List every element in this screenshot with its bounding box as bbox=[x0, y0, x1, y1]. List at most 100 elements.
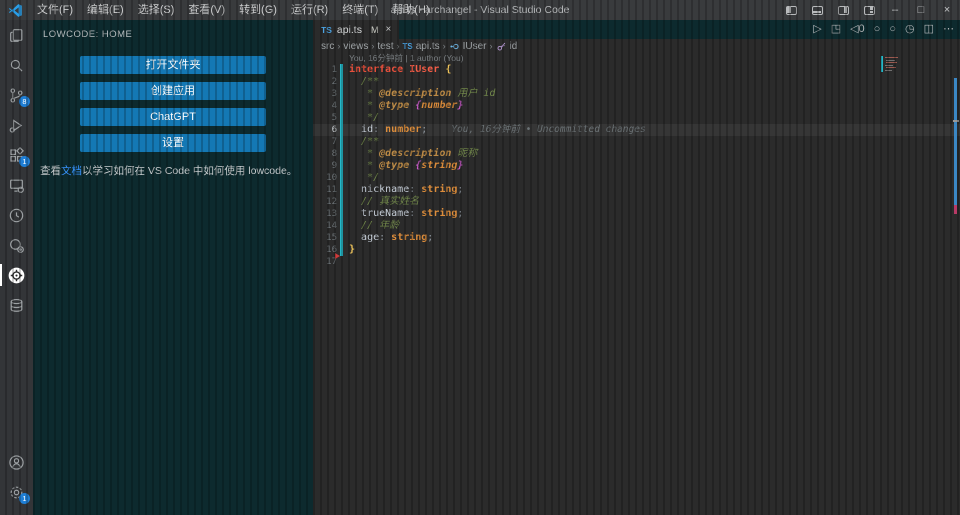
run-icon[interactable]: ▷ bbox=[813, 20, 821, 39]
activity-item-source-control[interactable]: 8 bbox=[0, 80, 33, 110]
code-line-11[interactable]: 11 nickname: string; bbox=[313, 184, 960, 196]
tab-api-ts[interactable]: TS api.ts M × bbox=[313, 20, 400, 39]
layout-sidebar-left-icon bbox=[785, 5, 797, 15]
toggle-sidebar-button[interactable] bbox=[778, 0, 804, 20]
activity-bar-top: 81 bbox=[0, 20, 33, 320]
docs-link[interactable]: 文档 bbox=[61, 165, 82, 177]
activity-item-account[interactable] bbox=[0, 447, 33, 477]
toggle-secondary-sidebar-button[interactable] bbox=[830, 0, 856, 20]
menu-终端T[interactable]: 终端(T) bbox=[335, 0, 385, 20]
minimize-button[interactable]: – bbox=[882, 0, 908, 20]
sidebar-hint-text: 查看文档以学习如何在 VS Code 中如何使用 lowcode。 bbox=[40, 164, 305, 178]
code-line-3[interactable]: 3 * @description 用户 id bbox=[313, 88, 960, 100]
code-line-17[interactable]: 17 bbox=[313, 256, 960, 268]
git-change-bar bbox=[340, 196, 343, 208]
code-line-4[interactable]: 4 * @type {number} bbox=[313, 100, 960, 112]
more-actions-icon[interactable]: ⋯ bbox=[943, 20, 954, 39]
code-line-10[interactable]: 10 */ bbox=[313, 172, 960, 184]
settings-button[interactable]: 设置 bbox=[80, 134, 266, 152]
code-line-5[interactable]: 5 */ bbox=[313, 112, 960, 124]
hint-prefix: 查看 bbox=[40, 165, 61, 177]
overview-ruler[interactable] bbox=[952, 53, 960, 515]
activity-item-extension-clock[interactable] bbox=[0, 200, 33, 230]
menu-编辑E[interactable]: 编辑(E) bbox=[80, 0, 131, 20]
activity-item-extension-gear[interactable] bbox=[0, 230, 33, 260]
run-file-icon[interactable]: ◳ bbox=[831, 20, 841, 39]
code-line-16[interactable]: 16} bbox=[313, 244, 960, 256]
git-change-bar bbox=[340, 100, 343, 112]
open-folder-button[interactable]: 打开文件夹 bbox=[80, 56, 266, 74]
code-text: } bbox=[349, 244, 356, 255]
typescript-file-icon: TS bbox=[402, 41, 413, 51]
menu-bar: 文件(F) 编辑(E) 选择(S) 查看(V) 转到(G) 运行(R) 终端(T) 帮助(H) bbox=[30, 0, 437, 20]
git-change-bar bbox=[340, 220, 343, 232]
code-line-14[interactable]: 14 // 年龄 bbox=[313, 220, 960, 232]
create-app-button[interactable]: 创建应用 bbox=[80, 82, 266, 100]
files-icon bbox=[8, 27, 25, 44]
maximize-button[interactable]: □ bbox=[908, 0, 934, 20]
activity-item-database[interactable] bbox=[0, 290, 33, 320]
activity-item-lowcode[interactable] bbox=[0, 260, 33, 290]
line-number: 10 bbox=[326, 173, 337, 183]
code-text: */ bbox=[349, 112, 380, 123]
code-editor[interactable]: You, 16分钟前 | 1 author (You) 1 interface I… bbox=[313, 53, 960, 515]
menu-选择S[interactable]: 选择(S) bbox=[131, 0, 182, 20]
breadcrumb-views[interactable]: views bbox=[343, 41, 368, 52]
account-icon bbox=[8, 454, 25, 471]
customize-layout-button[interactable] bbox=[856, 0, 882, 20]
key-symbol-icon bbox=[496, 41, 507, 52]
code-line-1[interactable]: 1 interface IUser { bbox=[313, 64, 960, 76]
git-change-bar bbox=[340, 172, 343, 184]
activity-item-search[interactable] bbox=[0, 50, 33, 80]
breadcrumb-src[interactable]: src bbox=[321, 41, 334, 52]
menu-运行R[interactable]: 运行(R) bbox=[284, 0, 335, 20]
menu-文件F[interactable]: 文件(F) bbox=[30, 0, 80, 20]
menu-查看V[interactable]: 查看(V) bbox=[181, 0, 232, 20]
code-line-15[interactable]: 15 age: string; bbox=[313, 232, 960, 244]
code-line-13[interactable]: 13 trueName: string; bbox=[313, 208, 960, 220]
toggle-panel-button[interactable] bbox=[804, 0, 830, 20]
sidebar-button-group: 打开文件夹创建应用 ChatGPT 设置 bbox=[33, 56, 313, 152]
code-line-9[interactable]: 9 * @type {string} bbox=[313, 160, 960, 172]
git-change-bar bbox=[340, 160, 343, 172]
breadcrumb-separator: › bbox=[442, 41, 446, 51]
breadcrumb-api-ts[interactable]: TS api.ts bbox=[402, 41, 439, 52]
menu-帮助H[interactable]: 帮助(H) bbox=[385, 0, 436, 20]
badge: 8 bbox=[19, 96, 30, 107]
activity-item-settings[interactable]: 1 bbox=[0, 477, 33, 507]
line-number: 11 bbox=[326, 185, 337, 195]
breadcrumb-iuser[interactable]: IUser bbox=[449, 41, 487, 52]
tab-bar: TS api.ts M × ▷ ◳ ◁0 ○ ○ ◷ ◫ ⋯ bbox=[313, 20, 960, 39]
circle-b-icon[interactable]: ○ bbox=[889, 20, 896, 39]
gutter-red-marker bbox=[335, 253, 340, 259]
activity-item-run-debug[interactable] bbox=[0, 110, 33, 140]
breadcrumb-separator: › bbox=[371, 41, 375, 51]
breadcrumb-test[interactable]: test bbox=[377, 41, 393, 52]
codelens[interactable]: You, 16分钟前 | 1 author (You) bbox=[313, 53, 960, 64]
split-editor-icon[interactable]: ◫ bbox=[924, 20, 934, 39]
chatgpt-button[interactable]: ChatGPT bbox=[80, 108, 266, 126]
breadcrumb-id[interactable]: id bbox=[496, 41, 517, 52]
activity-item-explorer[interactable] bbox=[0, 20, 33, 50]
tab-close-icon[interactable]: × bbox=[385, 24, 391, 35]
overview-scroll-mark bbox=[953, 120, 959, 122]
line-number: 15 bbox=[326, 233, 337, 243]
activity-item-remote-explorer[interactable] bbox=[0, 170, 33, 200]
code-line-2[interactable]: 2 /** bbox=[313, 76, 960, 88]
code-text: * @type {string} bbox=[349, 160, 464, 171]
code-line-7[interactable]: 7 /** bbox=[313, 136, 960, 148]
references-icon[interactable]: ◁0 bbox=[850, 20, 865, 39]
close-button[interactable]: × bbox=[934, 0, 960, 20]
activity-item-extensions[interactable]: 1 bbox=[0, 140, 33, 170]
code-line-6[interactable]: 6 id: number; You, 16分钟前 • Uncommitted ch… bbox=[313, 124, 960, 136]
circle-a-icon[interactable]: ○ bbox=[874, 20, 881, 39]
code-text: nickname: string; bbox=[361, 184, 464, 195]
code-line-12[interactable]: 12 // 真实姓名 bbox=[313, 196, 960, 208]
code-text: * @description 用户 id bbox=[349, 88, 496, 99]
badge: 1 bbox=[19, 156, 30, 167]
history-icon[interactable]: ◷ bbox=[905, 20, 915, 39]
code-line-8[interactable]: 8 * @description 昵称 bbox=[313, 148, 960, 160]
code-text: /** bbox=[349, 136, 380, 147]
line-number: 2 bbox=[331, 77, 337, 87]
menu-转到G[interactable]: 转到(G) bbox=[232, 0, 284, 20]
